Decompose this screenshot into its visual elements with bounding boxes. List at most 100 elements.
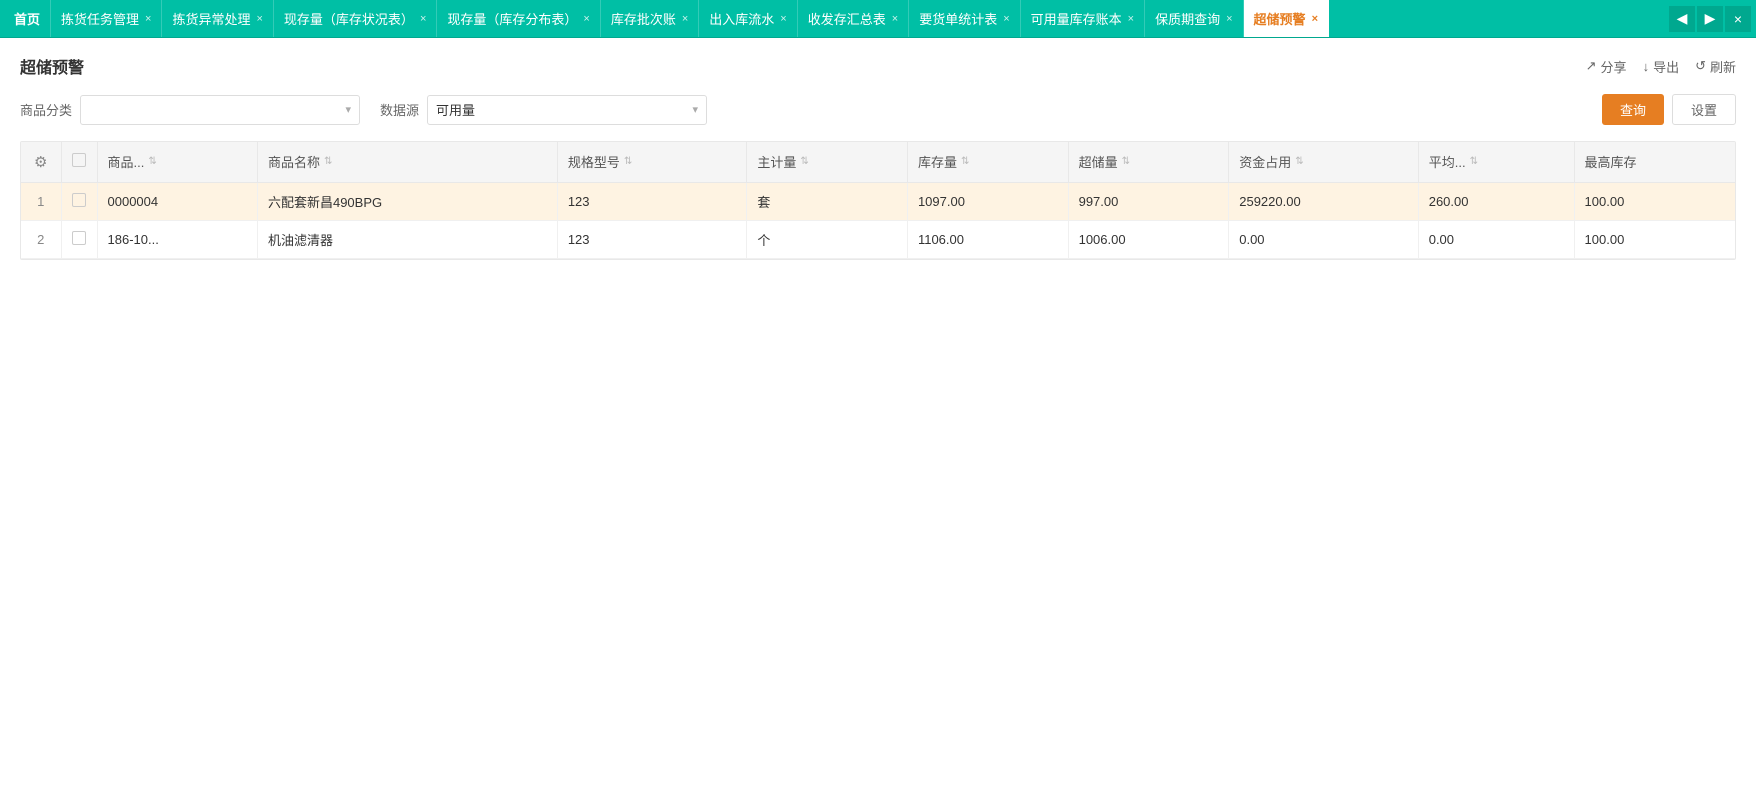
nav-order-stats[interactable]: 要货单统计表 × xyxy=(909,0,1020,38)
nav-consignment-task[interactable]: 拣货任务管理 × xyxy=(51,0,162,38)
row-spec: 123 xyxy=(557,182,746,220)
close-consignment-exception[interactable]: × xyxy=(256,13,262,25)
export-button[interactable]: ↓ 导出 xyxy=(1643,57,1680,76)
row-product-code: 0000004 xyxy=(97,182,257,220)
nav-inout-flow[interactable]: 出入库流水 × xyxy=(699,0,797,38)
nav-receipt-summary[interactable]: 收发存汇总表 × xyxy=(798,0,909,38)
close-inout-flow[interactable]: × xyxy=(780,13,786,25)
close-available-ledger[interactable]: × xyxy=(1128,13,1134,25)
filter-actions: 查询 设置 xyxy=(1602,94,1736,125)
nav-expiry-check[interactable]: 保质期查询 × xyxy=(1145,0,1243,38)
row-num: 2 xyxy=(21,220,61,258)
category-dropdown-icon: ▾ xyxy=(345,103,351,116)
sort-overstock-icon: ⇅ xyxy=(1122,156,1130,167)
row-overstock: 997.00 xyxy=(1068,182,1229,220)
sort-spec-icon: ⇅ xyxy=(624,156,632,167)
nav-inventory-dist[interactable]: 现存量（库存分布表） × xyxy=(437,0,600,38)
th-product-name[interactable]: 商品名称 ⇅ xyxy=(257,142,557,182)
th-inventory[interactable]: 库存量 ⇅ xyxy=(907,142,1068,182)
settings-gear-icon[interactable]: ⚙ xyxy=(34,154,47,171)
row-avg: 0.00 xyxy=(1418,220,1574,258)
nav-arrow-group: ◀ ▶ × xyxy=(1668,6,1752,32)
row-product-name: 机油滤清器 xyxy=(257,220,557,258)
data-table: ⚙ 商品... ⇅ 商品名称 ⇅ xyxy=(21,142,1735,259)
row-checkbox-cell xyxy=(61,182,97,220)
sort-product-code-icon: ⇅ xyxy=(148,156,156,167)
nav-overstock-alert[interactable]: 超储预警 × xyxy=(1244,0,1329,38)
datasource-select-value: 可用量 xyxy=(436,100,475,119)
filter-row: 商品分类 ▾ 数据源 可用量 ▾ 查询 设置 xyxy=(20,94,1736,125)
sort-unit-icon: ⇅ xyxy=(800,156,808,167)
close-overstock-alert[interactable]: × xyxy=(1312,13,1318,25)
th-max-stock[interactable]: 最高库存 xyxy=(1574,142,1735,182)
row-checkbox[interactable] xyxy=(72,231,86,245)
nav-arrow-close[interactable]: × xyxy=(1725,6,1751,32)
table-header-row: ⚙ 商品... ⇅ 商品名称 ⇅ xyxy=(21,142,1735,182)
table-row: 2 186-10... 机油滤清器 123 个 1106.00 1006.00 … xyxy=(21,220,1735,258)
row-product-code: 186-10... xyxy=(97,220,257,258)
row-unit: 个 xyxy=(747,220,908,258)
th-settings: ⚙ xyxy=(21,142,61,182)
export-icon: ↓ xyxy=(1643,59,1650,74)
datasource-label: 数据源 xyxy=(380,100,419,119)
close-consignment-task[interactable]: × xyxy=(145,13,151,25)
close-order-stats[interactable]: × xyxy=(1003,13,1009,25)
nav-arrow-left[interactable]: ◀ xyxy=(1669,6,1695,32)
nav-home[interactable]: 首页 xyxy=(4,0,51,38)
th-spec[interactable]: 规格型号 ⇅ xyxy=(557,142,746,182)
category-label: 商品分类 xyxy=(20,100,72,119)
close-inventory-batch[interactable]: × xyxy=(682,13,688,25)
close-expiry-check[interactable]: × xyxy=(1226,13,1232,25)
share-button[interactable]: ↗ 分享 xyxy=(1586,57,1627,76)
row-spec: 123 xyxy=(557,220,746,258)
th-checkbox xyxy=(61,142,97,182)
close-inventory-dist[interactable]: × xyxy=(583,13,589,25)
select-all-checkbox[interactable] xyxy=(72,153,86,167)
nav-arrow-right[interactable]: ▶ xyxy=(1697,6,1723,32)
row-product-name: 六配套新昌490BPG xyxy=(257,182,557,220)
th-unit[interactable]: 主计量 ⇅ xyxy=(747,142,908,182)
th-capital[interactable]: 资金占用 ⇅ xyxy=(1229,142,1418,182)
th-overstock[interactable]: 超储量 ⇅ xyxy=(1068,142,1229,182)
setting-button[interactable]: 设置 xyxy=(1672,94,1736,125)
row-max-stock: 100.00 xyxy=(1574,220,1735,258)
row-unit: 套 xyxy=(747,182,908,220)
row-inventory: 1106.00 xyxy=(907,220,1068,258)
close-inventory-status[interactable]: × xyxy=(420,13,426,25)
page-title: 超储预警 xyxy=(20,54,84,78)
nav-inventory-batch[interactable]: 库存批次账 × xyxy=(601,0,699,38)
nav-consignment-exception[interactable]: 拣货异常处理 × xyxy=(162,0,273,38)
data-table-wrapper: ⚙ 商品... ⇅ 商品名称 ⇅ xyxy=(20,141,1736,260)
row-avg: 260.00 xyxy=(1418,182,1574,220)
row-inventory: 1097.00 xyxy=(907,182,1068,220)
th-avg[interactable]: 平均... ⇅ xyxy=(1418,142,1574,182)
sort-product-name-icon: ⇅ xyxy=(324,156,332,167)
row-checkbox-cell xyxy=(61,220,97,258)
datasource-dropdown-icon: ▾ xyxy=(693,103,699,116)
page-content: 超储预警 ↗ 分享 ↓ 导出 ↺ 刷新 商品分类 ▾ 数据源 xyxy=(0,38,1756,276)
sort-capital-icon: ⇅ xyxy=(1295,156,1303,167)
query-button[interactable]: 查询 xyxy=(1602,94,1664,125)
sort-avg-icon: ⇅ xyxy=(1470,156,1478,167)
table-body: 1 0000004 六配套新昌490BPG 123 套 1097.00 997.… xyxy=(21,182,1735,258)
row-checkbox[interactable] xyxy=(72,193,86,207)
refresh-button[interactable]: ↺ 刷新 xyxy=(1695,57,1736,76)
sort-inventory-icon: ⇅ xyxy=(961,156,969,167)
nav-available-ledger[interactable]: 可用量库存账本 × xyxy=(1021,0,1145,38)
header-actions: ↗ 分享 ↓ 导出 ↺ 刷新 xyxy=(1586,57,1736,76)
share-icon: ↗ xyxy=(1586,58,1597,74)
category-filter-group: 商品分类 ▾ xyxy=(20,95,360,125)
close-receipt-summary[interactable]: × xyxy=(892,13,898,25)
row-overstock: 1006.00 xyxy=(1068,220,1229,258)
table-row: 1 0000004 六配套新昌490BPG 123 套 1097.00 997.… xyxy=(21,182,1735,220)
datasource-filter-group: 数据源 可用量 ▾ xyxy=(380,95,707,125)
page-header: 超储预警 ↗ 分享 ↓ 导出 ↺ 刷新 xyxy=(20,54,1736,78)
top-navigation: 首页 拣货任务管理 × 拣货异常处理 × 现存量（库存状况表） × 现存量（库存… xyxy=(0,0,1756,38)
th-product-code[interactable]: 商品... ⇅ xyxy=(97,142,257,182)
refresh-icon: ↺ xyxy=(1695,58,1706,74)
nav-inventory-status[interactable]: 现存量（库存状况表） × xyxy=(274,0,437,38)
row-max-stock: 100.00 xyxy=(1574,182,1735,220)
category-select[interactable]: ▾ xyxy=(80,95,360,125)
datasource-select[interactable]: 可用量 ▾ xyxy=(427,95,707,125)
row-capital: 0.00 xyxy=(1229,220,1418,258)
